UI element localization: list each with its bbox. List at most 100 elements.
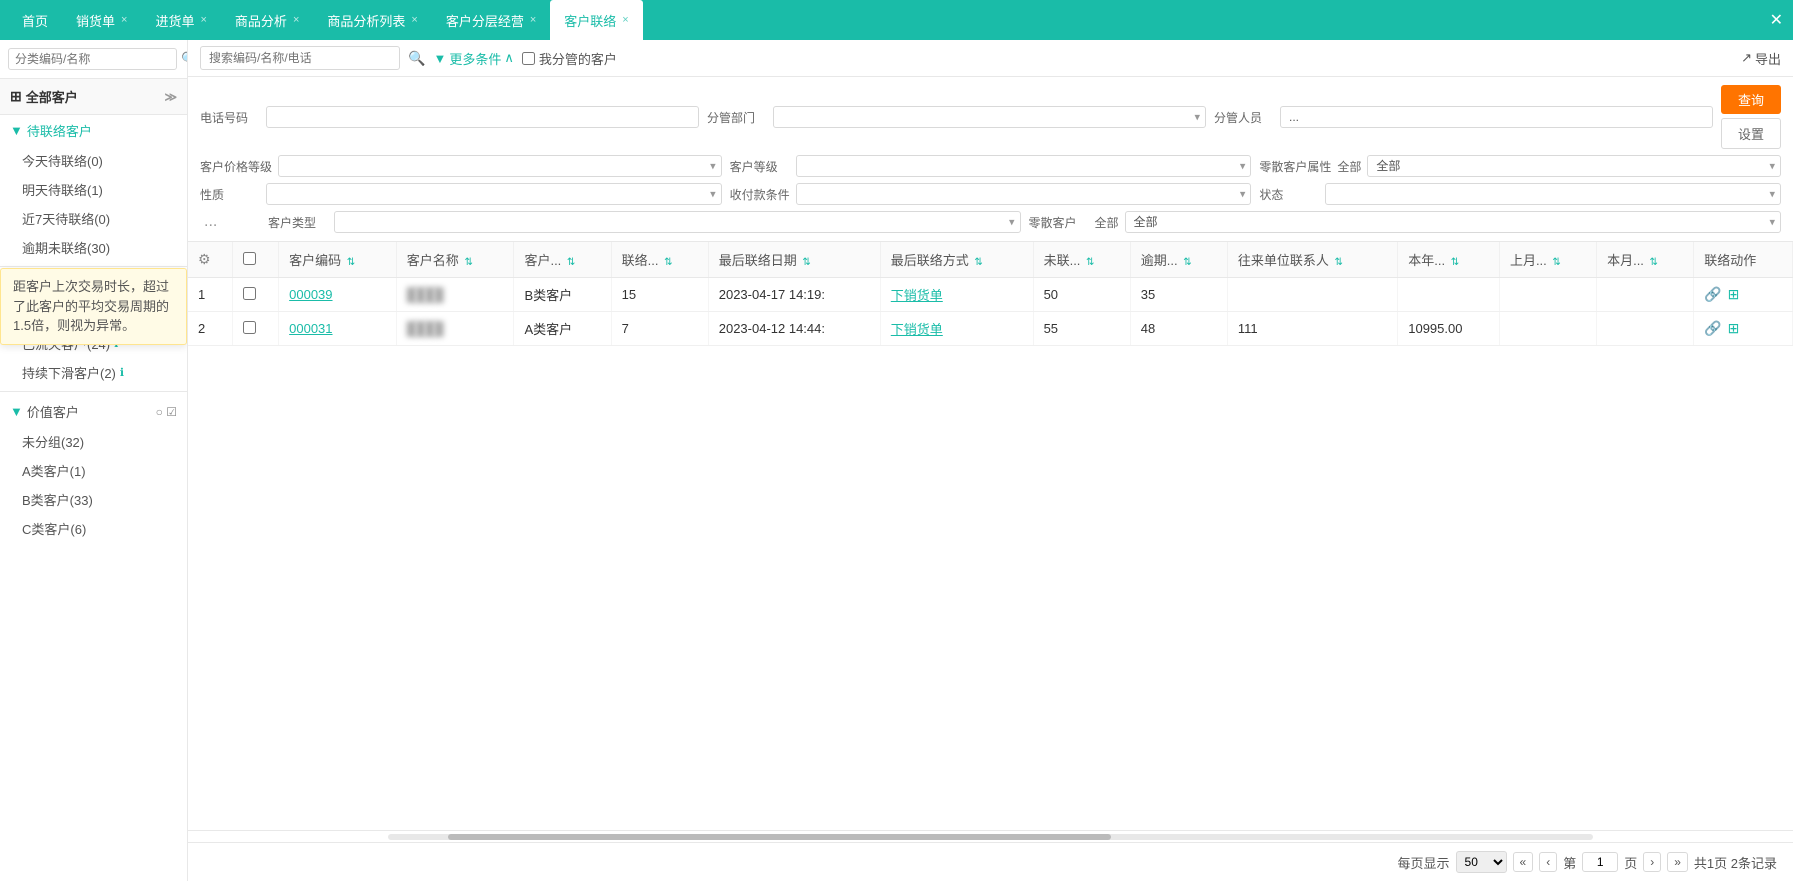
link-action-icon[interactable]: 🔗 — [1704, 286, 1721, 303]
more-conditions-button[interactable]: ▼ 更多条件 ∧ — [433, 49, 513, 68]
type-column-header[interactable]: 客户... ⇅ — [514, 242, 611, 278]
nav-customer-tier[interactable]: 客户分层经营 × — [432, 0, 550, 40]
gear-icon[interactable]: ⚙ — [198, 251, 211, 267]
code-column-header[interactable]: 客户编码 ⇅ — [279, 242, 397, 278]
close-icon[interactable]: × — [411, 14, 417, 26]
sidebar-search-icon[interactable]: 🔍 — [181, 51, 188, 67]
nav-customer-contact[interactable]: 客户联络 × — [550, 0, 642, 40]
per-page-select[interactable]: 50 100 200 — [1456, 851, 1507, 873]
overdue-days: 35 — [1130, 278, 1227, 312]
customer-code[interactable]: 000031 — [279, 312, 397, 346]
close-icon[interactable]: × — [530, 14, 536, 26]
close-icon[interactable]: × — [293, 14, 299, 26]
close-icon[interactable]: × — [622, 14, 628, 26]
select-all-checkbox[interactable] — [243, 252, 256, 265]
qr-action-icon[interactable]: ⊞ — [1728, 320, 1740, 337]
settings-button[interactable]: 设置 — [1721, 118, 1781, 149]
qr-action-icon[interactable]: ⊞ — [1728, 286, 1740, 303]
sidebar-item-class-b[interactable]: B类客户(33) — [0, 485, 187, 514]
collapse-icon[interactable]: ≫ — [164, 90, 177, 104]
this-month-column-header[interactable]: 本月... ⇅ — [1597, 242, 1694, 278]
last-method-column-header[interactable]: 最后联络方式 ⇅ — [880, 242, 1033, 278]
last-contact-method[interactable]: 下销货单 — [880, 278, 1033, 312]
sort-icon: ⇅ — [567, 257, 575, 268]
row-select-checkbox[interactable] — [243, 287, 256, 300]
customer-type-select[interactable] — [334, 211, 1021, 233]
customer-grade-select[interactable] — [796, 155, 1252, 177]
phone-input[interactable] — [266, 106, 699, 128]
customer-name: ████ — [396, 312, 514, 346]
sidebar-item-tomorrow[interactable]: 明天待联络(1) — [0, 175, 187, 204]
nav-home[interactable]: 首页 — [8, 0, 62, 40]
price-grade-select[interactable] — [278, 155, 722, 177]
customer-grade-field: 客户等级 ▾ — [730, 155, 1252, 177]
close-all-button[interactable]: ✕ — [1770, 10, 1783, 30]
phone-input-wrap — [266, 106, 699, 128]
more-dots[interactable]: ... — [200, 213, 221, 231]
last-contact-method[interactable]: 下销货单 — [880, 312, 1033, 346]
close-icon[interactable]: × — [121, 14, 127, 26]
sort-icon: ⇅ — [1335, 257, 1343, 268]
sidebar-item-today[interactable]: 今天待联络(0) — [0, 146, 187, 175]
manager-input[interactable] — [1280, 106, 1713, 128]
nature-select[interactable] — [266, 183, 722, 205]
this-year-column-header[interactable]: 本年... ⇅ — [1398, 242, 1500, 278]
query-button[interactable]: 查询 — [1721, 85, 1781, 114]
last-date-column-header[interactable]: 最后联络日期 ⇅ — [708, 242, 880, 278]
dept-select[interactable] — [773, 106, 1206, 128]
sidebar-search-input[interactable] — [8, 48, 177, 70]
link-action-icon[interactable]: 🔗 — [1704, 320, 1721, 337]
retail-attr-select[interactable]: 全部 — [1367, 155, 1781, 177]
payment-select[interactable] — [796, 183, 1252, 205]
row-checkbox[interactable] — [233, 312, 279, 346]
horizontal-scrollbar[interactable] — [188, 830, 1793, 842]
customer-code[interactable]: 000039 — [279, 278, 397, 312]
prev-page-button[interactable]: ‹ — [1539, 852, 1557, 872]
sidebar-item-class-c[interactable]: C类客户(6) — [0, 514, 187, 543]
page-number-input[interactable] — [1582, 852, 1618, 872]
close-icon[interactable]: × — [200, 14, 206, 26]
payment-field: 收付款条件 ▾ — [730, 183, 1252, 205]
status-select[interactable] — [1325, 183, 1781, 205]
last-month-column-header[interactable]: 上月... ⇅ — [1499, 242, 1596, 278]
first-page-button[interactable]: « — [1513, 852, 1534, 872]
row-checkbox[interactable] — [233, 278, 279, 312]
unlink-column-header[interactable]: 未联... ⇅ — [1033, 242, 1130, 278]
payment-wrap: ▾ — [796, 183, 1252, 205]
contact-person-column-header[interactable]: 往来单位联系人 ⇅ — [1227, 242, 1397, 278]
gear-column-header[interactable]: ⚙ — [188, 242, 233, 278]
dept-select-wrap: ▾ — [773, 106, 1206, 128]
value-group-header[interactable]: ▼ 价值客户 ○ ☑ — [0, 396, 187, 427]
phone-field: 电话号码 — [200, 106, 699, 128]
row-select-checkbox[interactable] — [243, 321, 256, 334]
my-customers-filter[interactable]: 我分管的客户 — [522, 49, 617, 68]
sidebar-item-ungroup[interactable]: 未分组(32) — [0, 427, 187, 456]
checkbox-column-header[interactable] — [233, 242, 279, 278]
overdue-column-header[interactable]: 逾期... ⇅ — [1130, 242, 1227, 278]
price-grade-label: 客户价格等级 — [200, 158, 272, 175]
method-link[interactable]: 下销货单 — [891, 288, 943, 303]
last-page-button[interactable]: » — [1667, 852, 1688, 872]
all-customers-header[interactable]: ⊞ 全部客户 ≫ — [0, 79, 187, 115]
grid-icon: ⊞ — [10, 88, 22, 105]
sidebar-item-declining[interactable]: 持续下滑客户(2) ℹ — [0, 358, 187, 387]
pending-contact-group[interactable]: ▼ 待联络客户 — [0, 115, 187, 146]
scrollbar-thumb[interactable] — [448, 834, 1111, 840]
sidebar-item-7days[interactable]: 近7天待联络(0) — [0, 204, 187, 233]
retail-customer-select[interactable]: 全部 — [1125, 211, 1781, 233]
sidebar-item-class-a[interactable]: A类客户(1) — [0, 456, 187, 485]
sidebar-item-overdue[interactable]: 逾期未联络(30) — [0, 233, 187, 262]
edit-icons[interactable]: ○ ☑ — [156, 405, 177, 419]
nav-purchase[interactable]: 进货单 × — [141, 0, 220, 40]
nav-analysis-list[interactable]: 商品分析列表 × — [313, 0, 431, 40]
search-input[interactable] — [200, 46, 400, 70]
method-link[interactable]: 下销货单 — [891, 322, 943, 337]
contact-column-header[interactable]: 联络... ⇅ — [611, 242, 708, 278]
name-column-header[interactable]: 客户名称 ⇅ — [396, 242, 514, 278]
export-button[interactable]: ↗ 导出 — [1741, 49, 1781, 68]
my-customers-checkbox[interactable] — [522, 52, 535, 65]
next-page-button[interactable]: › — [1643, 852, 1661, 872]
nav-sales[interactable]: 销货单 × — [62, 0, 141, 40]
nav-analysis[interactable]: 商品分析 × — [221, 0, 313, 40]
search-icon[interactable]: 🔍 — [408, 50, 425, 67]
